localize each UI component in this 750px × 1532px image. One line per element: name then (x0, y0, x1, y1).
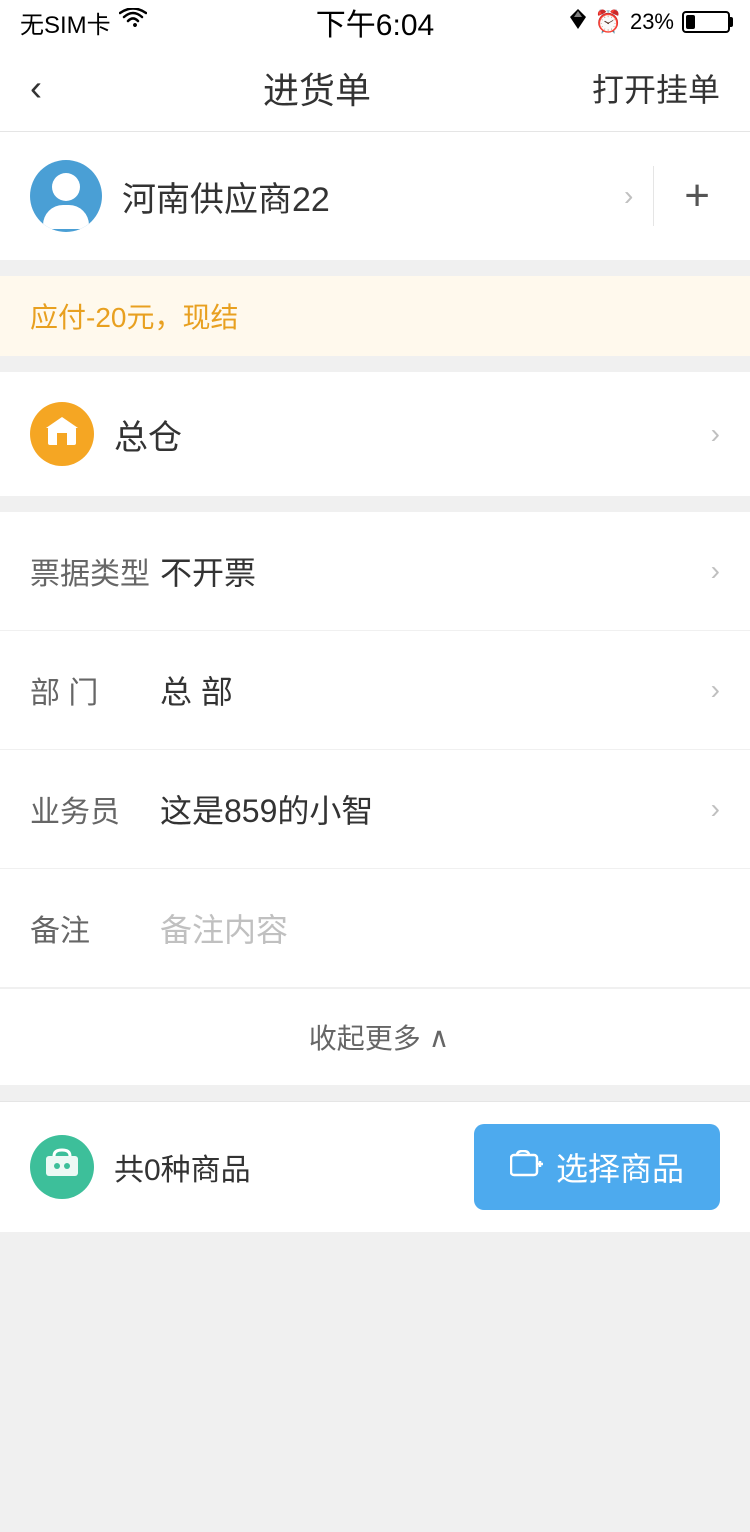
page-title: 进货单 (263, 62, 371, 114)
status-right: ⏰ 23% (569, 9, 730, 35)
product-icon-wrap (30, 1135, 94, 1199)
battery-label: 23% (630, 9, 674, 35)
warehouse-row[interactable]: 总仓 › (0, 372, 750, 496)
invoice-type-chevron-icon: › (711, 555, 720, 587)
battery-icon (682, 11, 730, 33)
back-button[interactable]: ‹ (30, 67, 42, 109)
carrier-label: 无SIM卡 (20, 5, 111, 40)
remark-row[interactable]: 备注 备注内容 (0, 869, 750, 988)
nav-bar: ‹ 进货单 打开挂单 (0, 44, 750, 132)
department-row[interactable]: 部 门 总 部 › (0, 631, 750, 750)
salesperson-label: 业务员 (30, 787, 160, 831)
salesperson-row[interactable]: 业务员 这是859的小智 › (0, 750, 750, 869)
notice-banner: 应付-20元，现结 (0, 276, 750, 356)
department-value: 总 部 (160, 667, 701, 713)
status-left: 无SIM卡 (20, 5, 147, 40)
notice-text: 应付-20元，现结 (30, 302, 238, 333)
remark-label: 备注 (30, 906, 160, 950)
page-background (0, 1232, 750, 1532)
open-pending-button[interactable]: 打开挂单 (592, 65, 720, 111)
warehouse-name: 总仓 (114, 410, 701, 459)
bottom-bar: 共0种商品 选择商品 (0, 1101, 750, 1232)
supplier-row[interactable]: 河南供应商22 › + (0, 132, 750, 260)
warehouse-icon-wrap (30, 402, 94, 466)
invoice-type-label: 票据类型 (30, 549, 160, 593)
warehouse-section: 总仓 › (0, 372, 750, 496)
select-product-button[interactable]: 选择商品 (474, 1124, 720, 1210)
form-section: 票据类型 不开票 › 部 门 总 部 › 业务员 这是859的小智 › 备注 备… (0, 512, 750, 1085)
wifi-icon (119, 8, 147, 36)
invoice-type-value: 不开票 (160, 548, 701, 594)
collapse-button[interactable]: 收起更多 ∧ (0, 988, 750, 1085)
product-count: 共0种商品 (114, 1145, 474, 1189)
warehouse-chevron-icon: › (711, 418, 720, 450)
select-product-icon (510, 1149, 544, 1186)
collapse-icon: ∧ (429, 1021, 450, 1054)
remark-input[interactable]: 备注内容 (160, 905, 720, 951)
product-icon (44, 1148, 80, 1186)
add-supplier-button[interactable]: + (674, 171, 720, 221)
alarm-icon: ⏰ (595, 9, 622, 35)
department-label: 部 门 (30, 668, 160, 712)
supplier-section: 河南供应商22 › + (0, 132, 750, 260)
salesperson-value: 这是859的小智 (160, 786, 701, 832)
location-icon (569, 9, 587, 35)
supplier-name: 河南供应商22 (122, 172, 614, 221)
avatar-figure (30, 160, 102, 232)
divider (653, 166, 654, 226)
status-bar: 无SIM卡 下午6:04 ⏰ 23% (0, 0, 750, 44)
avatar (30, 160, 102, 232)
invoice-type-row[interactable]: 票据类型 不开票 › (0, 512, 750, 631)
warehouse-icon (45, 415, 79, 453)
salesperson-chevron-icon: › (711, 793, 720, 825)
status-time: 下午6:04 (316, 0, 434, 44)
supplier-chevron-icon: › (624, 180, 633, 212)
content-area: 河南供应商22 › + 应付-20元，现结 总仓 › (0, 132, 750, 1532)
avatar-body (43, 205, 89, 229)
select-product-label: 选择商品 (556, 1144, 684, 1190)
collapse-label: 收起更多 (309, 1017, 421, 1057)
avatar-head (52, 173, 80, 201)
department-chevron-icon: › (711, 674, 720, 706)
